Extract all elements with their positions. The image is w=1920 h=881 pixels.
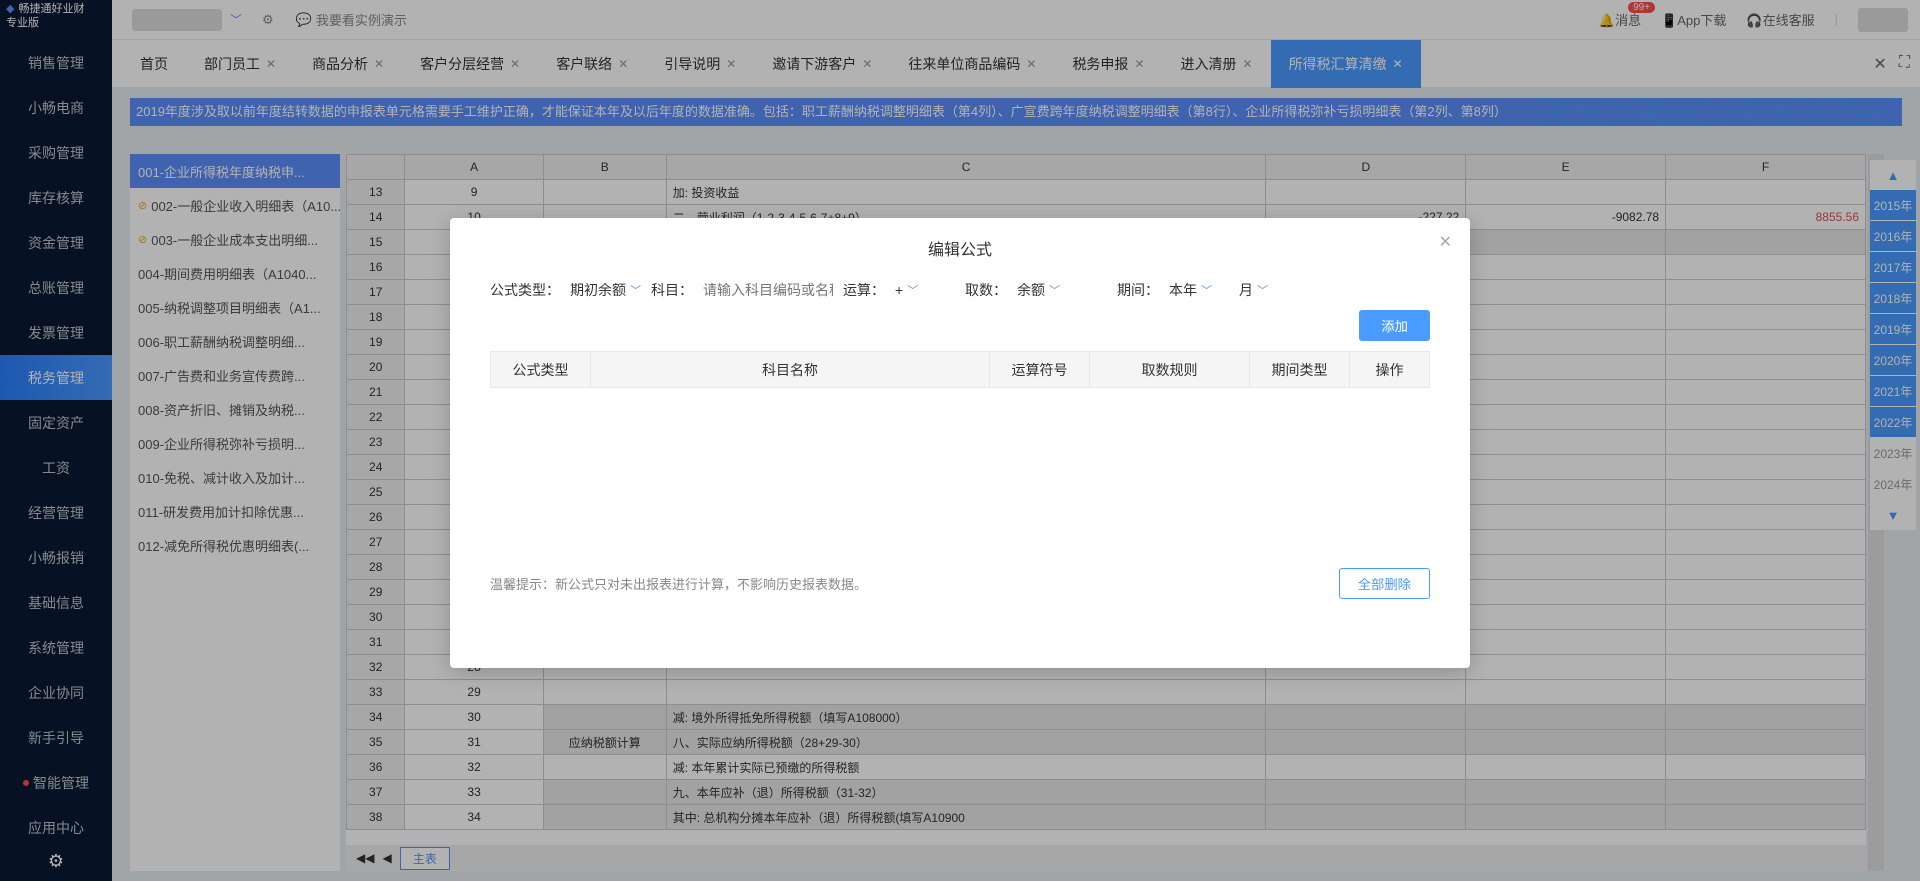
subject-input[interactable]: [703, 282, 833, 298]
chevron-down-icon: ﹀: [907, 282, 918, 298]
col-header: 科目名称: [591, 352, 990, 388]
chevron-down-icon: ﹀: [1257, 282, 1268, 298]
op-label: 运算：: [843, 280, 885, 300]
period-label: 期间：: [1117, 280, 1159, 300]
op-select[interactable]: +﹀: [895, 282, 955, 298]
chevron-down-icon: ﹀: [630, 282, 641, 298]
chevron-down-icon: ﹀: [1201, 282, 1212, 298]
formula-type-select[interactable]: 期初余额﹀: [570, 280, 641, 300]
fetch-select[interactable]: 余额﹀: [1017, 280, 1107, 300]
formula-table: 公式类型科目名称运算符号取数规则期间类型操作: [490, 351, 1430, 388]
formula-type-label: 公式类型：: [490, 280, 560, 300]
col-header: 取数规则: [1090, 352, 1250, 388]
col-header: 操作: [1350, 352, 1430, 388]
chevron-down-icon: ﹀: [1049, 282, 1060, 298]
modal-title: 编辑公式 ✕: [450, 218, 1470, 274]
period-year-select[interactable]: 本年﹀: [1169, 280, 1229, 300]
col-header: 期间类型: [1250, 352, 1350, 388]
period-month-select[interactable]: 月﹀: [1239, 280, 1299, 300]
col-header: 运算符号: [990, 352, 1090, 388]
hint-text: 温馨提示：新公式只对未出报表进行计算，不影响历史报表数据。: [490, 574, 867, 593]
subject-label: 科目：: [651, 280, 693, 300]
delete-all-button[interactable]: 全部删除: [1339, 568, 1430, 599]
close-icon[interactable]: ✕: [1439, 232, 1452, 252]
add-button[interactable]: 添加: [1359, 310, 1430, 341]
fetch-label: 取数：: [965, 280, 1007, 300]
edit-formula-modal: 编辑公式 ✕ 公式类型： 期初余额﹀ 科目： 运算： +﹀ 取数： 余额﹀ 期间…: [450, 218, 1470, 668]
col-header: 公式类型: [491, 352, 591, 388]
